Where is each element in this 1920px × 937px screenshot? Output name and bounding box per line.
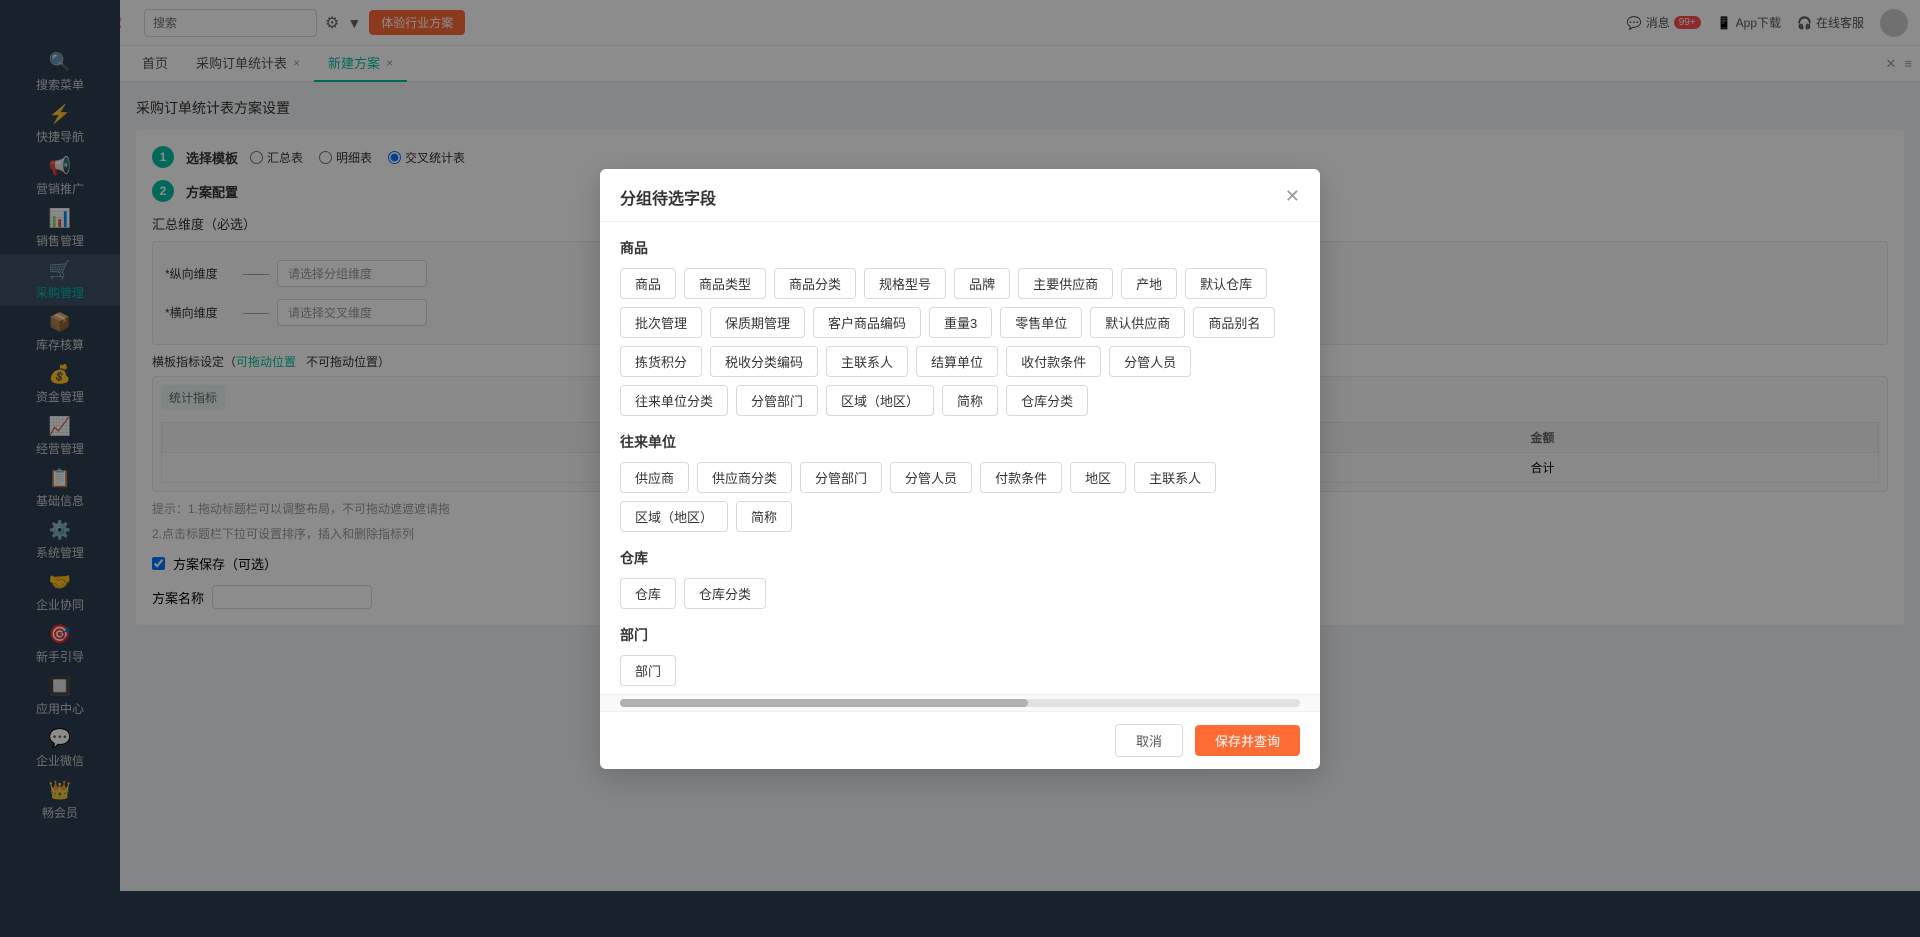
modal-footer: 取消 保存并查询 xyxy=(600,711,1320,769)
field-tag-0-0[interactable]: 商品 xyxy=(620,268,676,299)
confirm-button[interactable]: 保存并查询 xyxy=(1195,725,1300,756)
field-group-title-2: 仓库 xyxy=(620,548,1300,568)
field-tag-1-5[interactable]: 地区 xyxy=(1070,462,1126,493)
modal-overlay: 分组待选字段 ✕ 商品商品商品类型商品分类规格型号品牌主要供应商产地默认仓库批次… xyxy=(0,0,1920,937)
field-tag-0-23[interactable]: 区域（地区） xyxy=(826,385,934,416)
field-tag-0-5[interactable]: 主要供应商 xyxy=(1018,268,1113,299)
field-group-3: 部门部门 xyxy=(620,625,1300,686)
field-tag-0-19[interactable]: 收付款条件 xyxy=(1006,346,1101,377)
field-tag-1-0[interactable]: 供应商 xyxy=(620,462,689,493)
field-tag-0-1[interactable]: 商品类型 xyxy=(684,268,766,299)
modal-scroll-bar[interactable] xyxy=(600,694,1320,711)
field-tag-0-21[interactable]: 往来单位分类 xyxy=(620,385,728,416)
cancel-button[interactable]: 取消 xyxy=(1115,724,1183,757)
field-tag-2-0[interactable]: 仓库 xyxy=(620,578,676,609)
field-tag-1-2[interactable]: 分管部门 xyxy=(800,462,882,493)
modal-body: 商品商品商品类型商品分类规格型号品牌主要供应商产地默认仓库批次管理保质期管理客户… xyxy=(600,222,1320,694)
field-tag-0-3[interactable]: 规格型号 xyxy=(864,268,946,299)
field-tags-1: 供应商供应商分类分管部门分管人员付款条件地区主联系人区域（地区） 简称 xyxy=(620,462,1300,532)
field-tag-0-15[interactable]: 拣货积分 xyxy=(620,346,702,377)
field-group-2: 仓库仓库仓库分类 xyxy=(620,548,1300,609)
field-tag-2-1[interactable]: 仓库分类 xyxy=(684,578,766,609)
field-tag-0-7[interactable]: 默认仓库 xyxy=(1185,268,1267,299)
field-group-title-3: 部门 xyxy=(620,625,1300,645)
field-tag-0-9[interactable]: 保质期管理 xyxy=(710,307,805,338)
field-tag-0-4[interactable]: 品牌 xyxy=(954,268,1010,299)
field-tag-0-8[interactable]: 批次管理 xyxy=(620,307,702,338)
modal-close-button[interactable]: ✕ xyxy=(1285,186,1300,207)
field-tag-0-13[interactable]: 默认供应商 xyxy=(1090,307,1185,338)
field-tag-1-8[interactable]: 简称 xyxy=(736,501,792,532)
field-group-0: 商品商品商品类型商品分类规格型号品牌主要供应商产地默认仓库批次管理保质期管理客户… xyxy=(620,238,1300,416)
modal-dialog: 分组待选字段 ✕ 商品商品商品类型商品分类规格型号品牌主要供应商产地默认仓库批次… xyxy=(600,169,1320,769)
modal-header: 分组待选字段 ✕ xyxy=(600,169,1320,222)
field-tag-0-25[interactable]: 仓库分类 xyxy=(1006,385,1088,416)
field-group-1: 往来单位供应商供应商分类分管部门分管人员付款条件地区主联系人区域（地区） 简称 xyxy=(620,432,1300,532)
field-tag-0-22[interactable]: 分管部门 xyxy=(736,385,818,416)
field-tags-2: 仓库仓库分类 xyxy=(620,578,1300,609)
field-tag-0-2[interactable]: 商品分类 xyxy=(774,268,856,299)
field-tag-0-18[interactable]: 结算单位 xyxy=(916,346,998,377)
field-tag-1-4[interactable]: 付款条件 xyxy=(980,462,1062,493)
field-tags-0: 商品商品类型商品分类规格型号品牌主要供应商产地默认仓库批次管理保质期管理客户商品… xyxy=(620,268,1300,416)
field-tag-0-10[interactable]: 客户商品编码 xyxy=(813,307,921,338)
field-tag-1-1[interactable]: 供应商分类 xyxy=(697,462,792,493)
field-tag-1-3[interactable]: 分管人员 xyxy=(890,462,972,493)
field-tag-0-16[interactable]: 税收分类编码 xyxy=(710,346,818,377)
field-tag-0-12[interactable]: 零售单位 xyxy=(1000,307,1082,338)
field-tag-1-7[interactable]: 区域（地区） xyxy=(620,501,728,532)
field-tag-0-17[interactable]: 主联系人 xyxy=(826,346,908,377)
field-tag-0-11[interactable]: 重量3 xyxy=(929,307,992,338)
field-tags-3: 部门 xyxy=(620,655,1300,686)
field-tag-0-20[interactable]: 分管人员 xyxy=(1109,346,1191,377)
field-tag-3-0[interactable]: 部门 xyxy=(620,655,676,686)
modal-title: 分组待选字段 xyxy=(620,185,716,209)
field-tag-1-6[interactable]: 主联系人 xyxy=(1134,462,1216,493)
field-group-title-1: 往来单位 xyxy=(620,432,1300,452)
field-tag-0-14[interactable]: 商品别名 xyxy=(1193,307,1275,338)
field-tag-0-24[interactable]: 简称 xyxy=(942,385,998,416)
field-group-title-0: 商品 xyxy=(620,238,1300,258)
field-tag-0-6[interactable]: 产地 xyxy=(1121,268,1177,299)
